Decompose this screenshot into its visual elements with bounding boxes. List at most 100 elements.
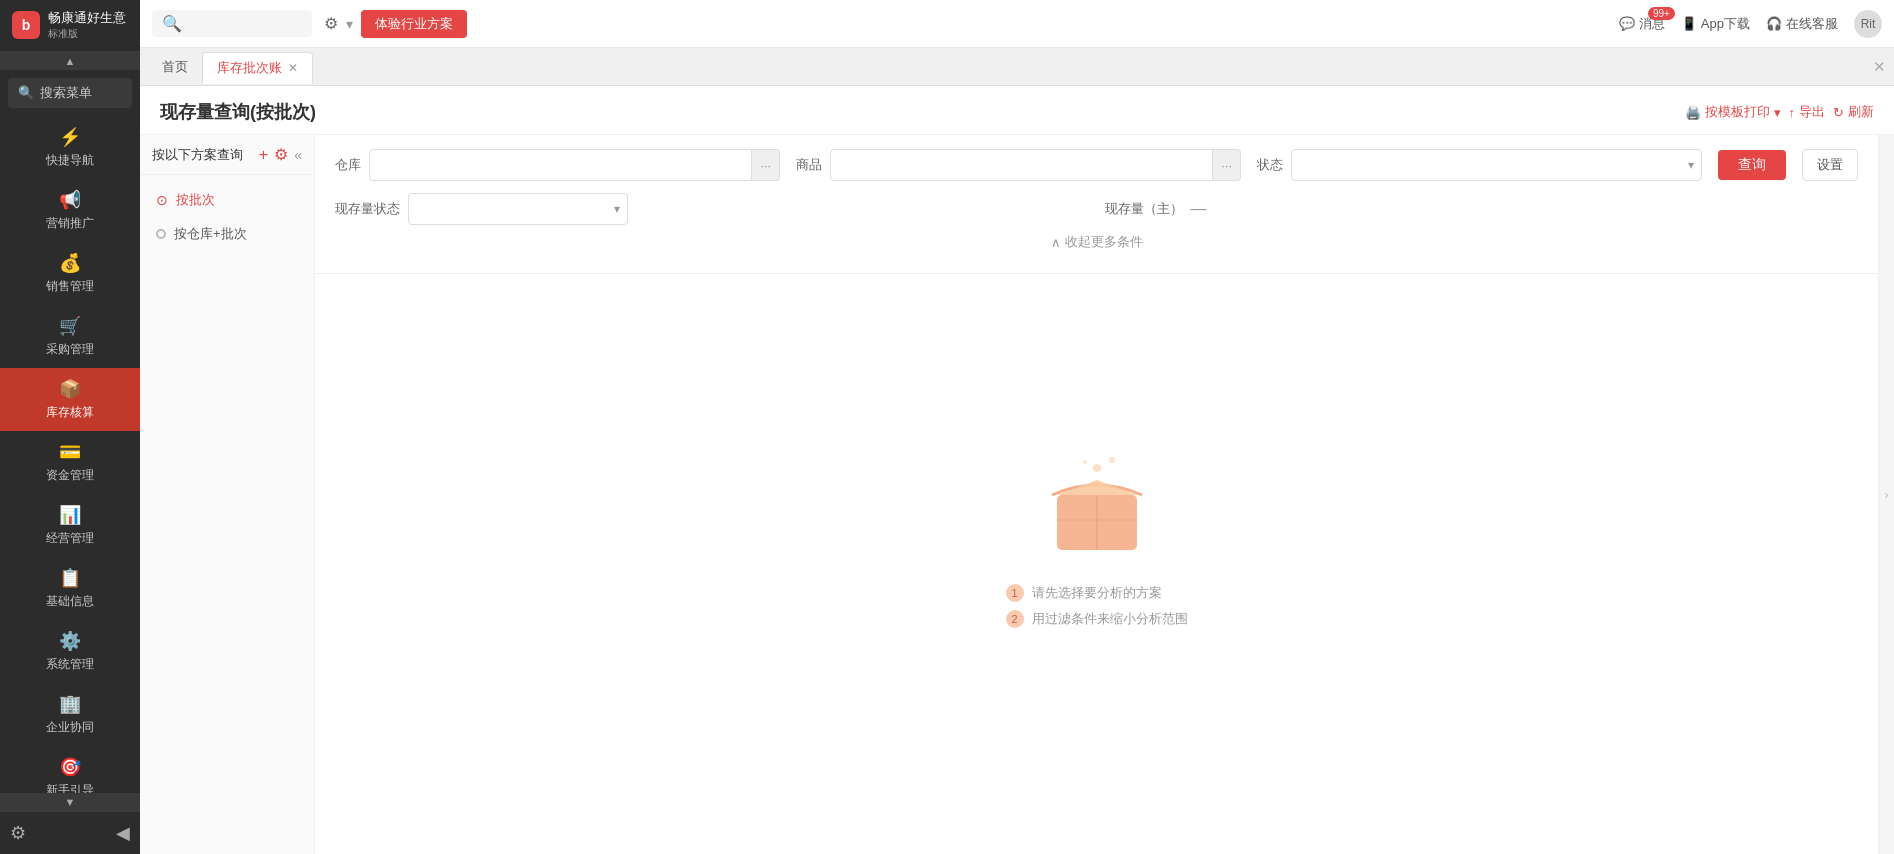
tab-batch-account[interactable]: 库存批次账 ✕ <box>202 52 313 84</box>
product-more-button[interactable]: ··· <box>1213 149 1241 181</box>
sidebar-search[interactable]: 🔍 搜索菜单 <box>8 78 132 108</box>
sidebar-item-enterprise[interactable]: 🏢 企业协同 <box>0 683 140 746</box>
empty-hint-2: 2 用过滤条件来缩小分析范围 <box>1006 610 1188 628</box>
sidebar-item-sales[interactable]: 💰 销售管理 <box>0 242 140 305</box>
hint-1-text: 请先选择要分析的方案 <box>1032 584 1162 602</box>
sidebar-item-purchase[interactable]: 🛒 采购管理 <box>0 305 140 368</box>
export-button[interactable]: ↑ 导出 <box>1789 103 1826 121</box>
sidebar-footer: ⚙ ◀ <box>0 811 140 854</box>
filter-add-icon[interactable]: + <box>259 146 268 164</box>
purchase-icon: 🛒 <box>59 315 81 337</box>
query-button[interactable]: 查询 <box>1718 150 1786 180</box>
sidebar-item-marketing[interactable]: 📢 营销推广 <box>0 179 140 242</box>
collapse-more-button[interactable]: ∧ 收起更多条件 <box>335 225 1858 259</box>
topbar-search-input[interactable] <box>186 16 286 31</box>
filter-item-by-batch[interactable]: ⊙ 按批次 <box>140 183 314 217</box>
filter-collapse-icon[interactable]: « <box>294 147 302 163</box>
sidebar-item-inventory[interactable]: 📦 库存核算 <box>0 368 140 431</box>
empty-hint-1: 1 请先选择要分析的方案 <box>1006 584 1188 602</box>
app-download-button[interactable]: 📱 App下载 <box>1681 15 1750 33</box>
tab-close-icon[interactable]: ✕ <box>288 61 298 75</box>
product-input[interactable] <box>830 149 1213 181</box>
filter-settings-icon[interactable]: ⚙ <box>274 145 288 164</box>
enterprise-icon: 🏢 <box>59 693 81 715</box>
collapse-icon: ∧ <box>1051 235 1061 250</box>
warehouse-more-button[interactable]: ··· <box>752 149 780 181</box>
export-icon: ↑ <box>1789 105 1796 120</box>
filter-item-by-warehouse-batch[interactable]: 按仓库+批次 <box>140 217 314 251</box>
phone-icon: 📱 <box>1681 16 1697 31</box>
print-button[interactable]: 🖨️ 按模板打印 ▾ <box>1685 103 1781 121</box>
message-icon: 💬 <box>1619 16 1635 31</box>
message-badge: 99+ <box>1648 7 1675 20</box>
refresh-label: 刷新 <box>1848 103 1874 121</box>
hint-1-num: 1 <box>1006 584 1024 602</box>
experience-button[interactable]: 体验行业方案 <box>361 10 467 38</box>
settings-icon[interactable]: ⚙ <box>10 822 26 844</box>
inventory-icon: 📦 <box>59 378 81 400</box>
new-guide-icon: 🎯 <box>59 756 81 778</box>
topbar-right: 💬 消息 99+ 📱 App下载 🎧 在线客服 Rit <box>1619 10 1882 38</box>
sidebar-item-operations[interactable]: 📊 经营管理 <box>0 494 140 557</box>
topbar-gear-icon[interactable]: ⚙ <box>324 14 338 33</box>
topbar-search-area[interactable]: 🔍 <box>152 10 312 37</box>
tab-bar: 首页 库存批次账 ✕ ✕ <box>140 48 1894 86</box>
message-button[interactable]: 💬 消息 99+ <box>1619 15 1665 33</box>
settings-button[interactable]: 设置 <box>1802 149 1858 181</box>
filter-group-warehouse: 仓库 ··· <box>335 149 780 181</box>
page-title: 现存量查询(按批次) <box>160 100 316 124</box>
topbar-chevron-icon[interactable]: ▾ <box>346 16 353 32</box>
sidebar: b 畅康通好生意 标准版 ▲ 🔍 搜索菜单 ⚡ 快捷导航 📢 营销推广 💰 销售… <box>0 0 140 854</box>
avatar: Rit <box>1854 10 1882 38</box>
sidebar-scroll-down[interactable]: ▼ <box>0 793 140 811</box>
sidebar-item-label: 资金管理 <box>46 467 94 484</box>
refresh-button[interactable]: ↻ 刷新 <box>1833 103 1874 121</box>
sidebar-item-new-guide[interactable]: 🎯 新手引导 <box>0 746 140 793</box>
sidebar-item-system[interactable]: ⚙️ 系统管理 <box>0 620 140 683</box>
product-label: 商品 <box>796 156 822 174</box>
sidebar-item-finance[interactable]: 💳 资金管理 <box>0 431 140 494</box>
filter-group-product: 商品 ··· <box>796 149 1241 181</box>
filter-panel-header: 按以下方案查询 + ⚙ « <box>140 135 314 175</box>
sidebar-item-label: 企业协同 <box>46 719 94 736</box>
app-logo: b <box>12 11 40 39</box>
finance-icon: 💳 <box>59 441 81 463</box>
warehouse-input[interactable] <box>369 149 752 181</box>
filter-group-status: 状态 ▾ <box>1257 149 1702 181</box>
customer-service-label: 在线客服 <box>1786 15 1838 33</box>
sidebar-header: b 畅康通好生意 标准版 <box>0 0 140 52</box>
tab-home-label: 首页 <box>162 59 188 74</box>
tab-close-all-icon[interactable]: ✕ <box>1873 58 1886 76</box>
right-slide-arrow-icon: › <box>1885 488 1889 502</box>
empty-state: 1 请先选择要分析的方案 2 用过滤条件来缩小分析范围 <box>315 274 1878 854</box>
tab-batch-account-label: 库存批次账 <box>217 59 282 77</box>
sidebar-item-label: 快捷导航 <box>46 152 94 169</box>
filter-form: 仓库 ··· 商品 ··· 状态 <box>315 135 1878 274</box>
filter-item-label: 按批次 <box>176 191 215 209</box>
status-select-wrapper: ▾ <box>1291 149 1702 181</box>
stock-status-select[interactable] <box>408 193 628 225</box>
filter-item-label: 按仓库+批次 <box>174 225 247 243</box>
quick-nav-icon: ⚡ <box>59 126 81 148</box>
tab-home[interactable]: 首页 <box>148 52 202 82</box>
customer-service-button[interactable]: 🎧 在线客服 <box>1766 15 1838 33</box>
search-icon: 🔍 <box>18 85 34 100</box>
sidebar-item-basic-info[interactable]: 📋 基础信息 <box>0 557 140 620</box>
status-select[interactable] <box>1291 149 1702 181</box>
collapse-label: 收起更多条件 <box>1065 233 1143 251</box>
sidebar-item-quick-nav[interactable]: ⚡ 快捷导航 <box>0 116 140 179</box>
tab-bar-right: ✕ <box>1873 58 1886 76</box>
filter-group-stock-qty: 现存量（主） — <box>1105 200 1859 218</box>
user-menu[interactable]: Rit <box>1854 10 1882 38</box>
main-layout: 按以下方案查询 + ⚙ « ⊙ 按批次 按仓库+批次 <box>140 135 1894 854</box>
right-slide-panel[interactable]: › <box>1878 135 1894 854</box>
status-label: 状态 <box>1257 156 1283 174</box>
filter-row-2: 现存量状态 ▾ 现存量（主） — <box>335 193 1858 225</box>
sidebar-item-label: 营销推广 <box>46 215 94 232</box>
collapse-sidebar-icon[interactable]: ◀ <box>116 822 130 844</box>
sidebar-scroll-up[interactable]: ▲ <box>0 52 140 70</box>
empty-illustration <box>1037 440 1157 560</box>
filter-item-active-icon: ⊙ <box>156 192 168 208</box>
filter-panel-header-actions: + ⚙ « <box>259 145 302 164</box>
sidebar-item-label: 销售管理 <box>46 278 94 295</box>
